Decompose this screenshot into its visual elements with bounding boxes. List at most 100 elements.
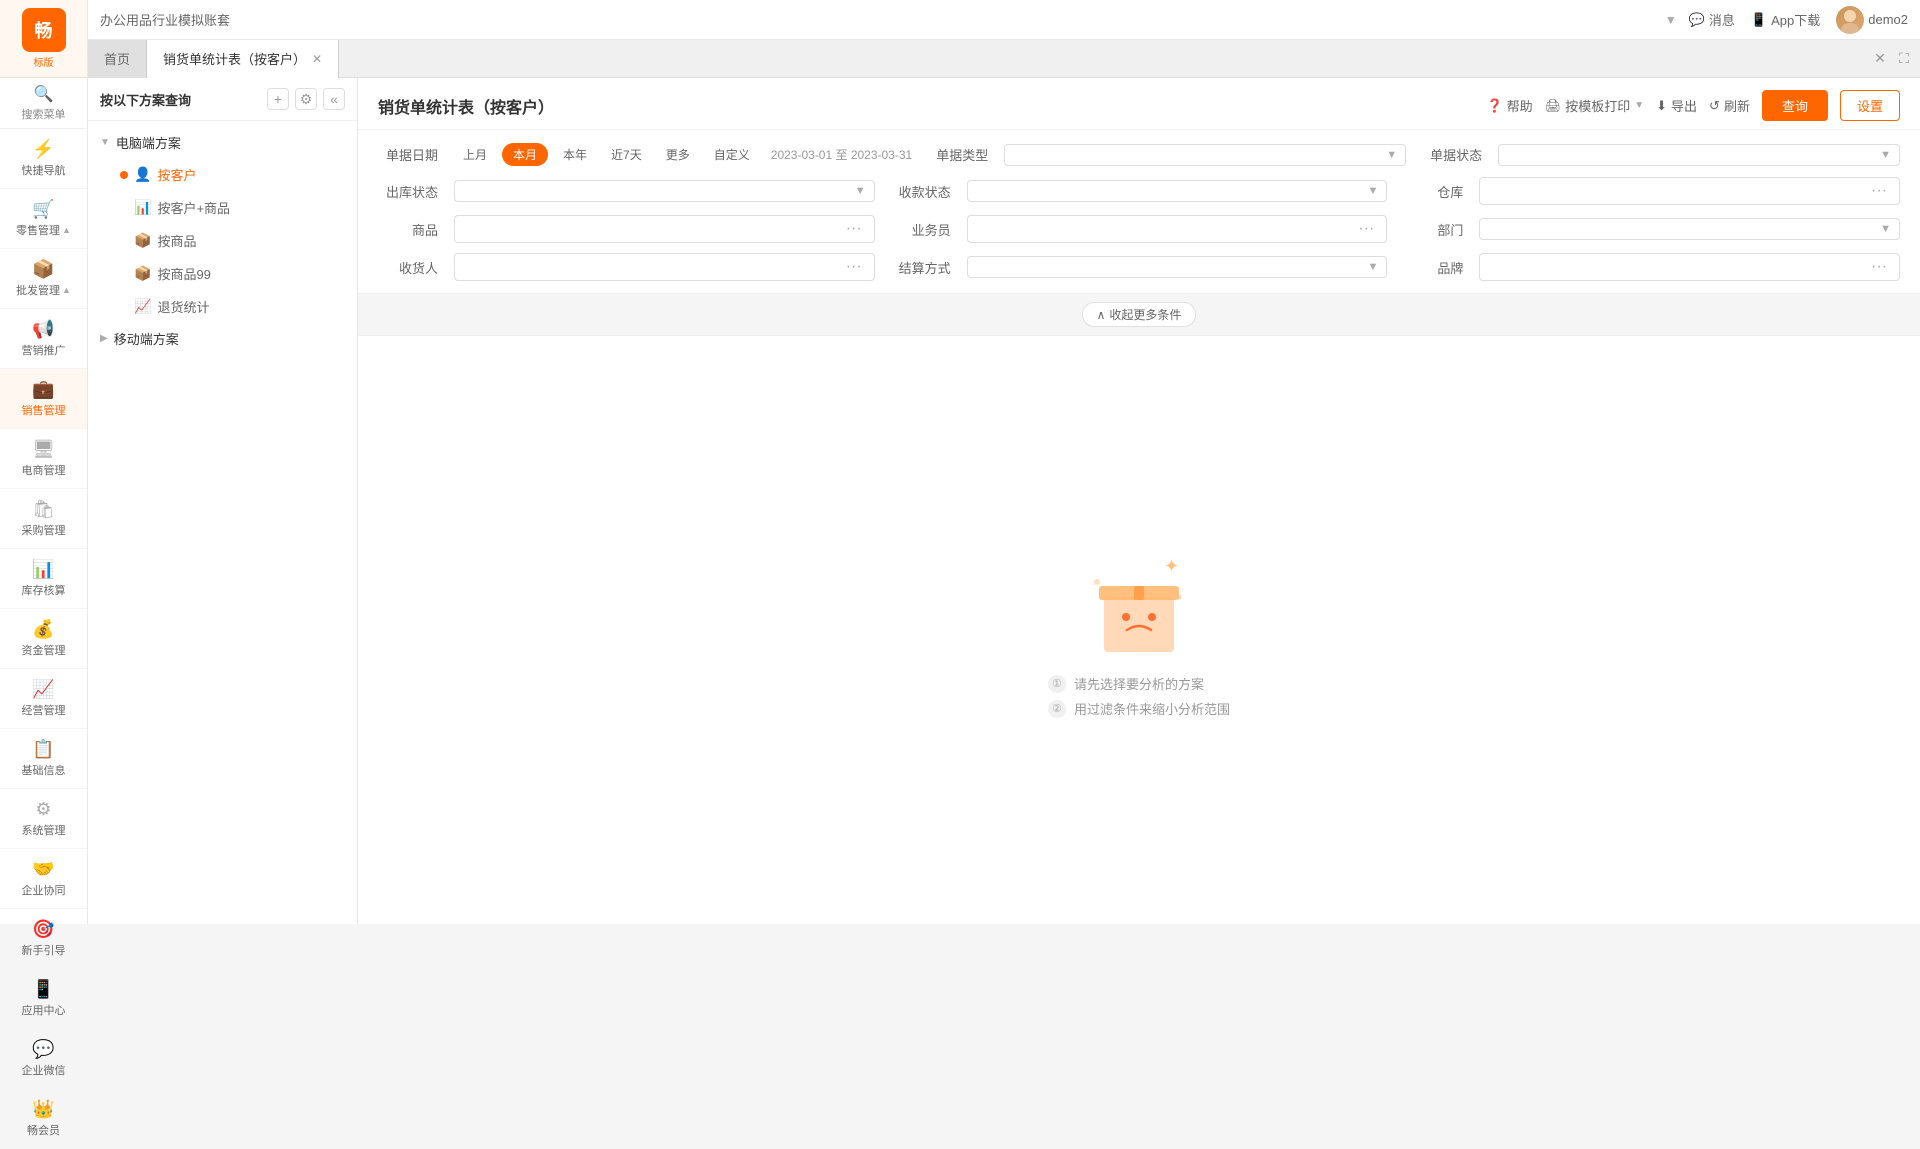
scheme-group-desktop-header[interactable]: ▼ 电脑端方案 [88, 127, 357, 158]
user-name-label: demo2 [1868, 12, 1908, 27]
sidebar-item-enterprise[interactable]: 🤝 企业协同 [0, 849, 87, 909]
sidebar-item-purchase[interactable]: 🛍 采购管理 [0, 489, 87, 549]
collapse-up-icon: ∧ [1097, 308, 1106, 322]
collapse-bar: ∧ 收起更多条件 [358, 294, 1920, 336]
department-arrow-icon: ▼ [1880, 223, 1891, 235]
scheme-item-by-goods-99[interactable]: 📦 按商品99 [88, 257, 357, 290]
sidebar-member-label: 畅会员 [27, 1122, 60, 1138]
industry-dropdown-icon[interactable]: ▼ [1665, 13, 1677, 27]
date-last-month[interactable]: 上月 [454, 142, 496, 167]
sidebar-wechat-label: 企业微信 [22, 1062, 66, 1078]
brand-dots[interactable]: ··· [1867, 258, 1891, 276]
sidebar-item-wechat[interactable]: 💬 企业微信 [0, 1029, 87, 1089]
template-print-button[interactable]: 🖨 按模板打印 ▼ [1545, 96, 1644, 115]
sidebar-item-retail[interactable]: 🛒 零售管理 ▲ [0, 189, 87, 249]
date-label: 单据日期 [378, 145, 438, 164]
warehouse-select[interactable]: ··· [1479, 177, 1900, 205]
wechat-icon: 💬 [32, 1039, 54, 1060]
sidebar-item-sales[interactable]: 💼 销售管理 [0, 369, 87, 429]
tab-sales-stat-label: 销货单统计表（按客户） [163, 49, 306, 68]
enterprise-icon: 🤝 [32, 859, 54, 880]
window-maximize-button[interactable]: ⛶ [1896, 51, 1912, 67]
refresh-label: 刷新 [1724, 96, 1750, 115]
doc-status-select[interactable]: ▼ [1498, 144, 1900, 166]
scheme-item-by-customer[interactable]: 👤 按客户 [88, 158, 357, 191]
by-customer-goods-label: 按客户+商品 [157, 198, 230, 217]
sidebar-item-wholesale[interactable]: 📦 批发管理 ▲ [0, 249, 87, 309]
sidebar-search[interactable]: 🔍 搜索菜单 [0, 78, 87, 129]
tab-close-button[interactable]: ✕ [312, 52, 322, 66]
left-panel: 按以下方案查询 + ⚙ « ▼ 电脑端方案 👤 按客户 [88, 78, 358, 924]
date-last-7[interactable]: 近7天 [602, 142, 651, 167]
filter-row-2: 出库状态 ▼ 收款状态 ▼ 仓库 ··· [378, 177, 1900, 205]
scheme-item-by-customer-goods[interactable]: 📊 按客户+商品 [88, 191, 357, 224]
scheme-item-by-goods[interactable]: 📦 按商品 [88, 224, 357, 257]
settings-scheme-button[interactable]: ⚙ [295, 88, 317, 110]
doc-type-select[interactable]: ▼ [1004, 144, 1406, 166]
operation-icon: 📈 [32, 679, 54, 700]
page-title: 销货单统计表（按客户） [378, 94, 554, 118]
sidebar-shortcut-label: 快捷导航 [22, 162, 66, 178]
sidebar-item-basic[interactable]: 📋 基础信息 [0, 729, 87, 789]
out-status-select[interactable]: ▼ [454, 180, 875, 202]
active-scheme-dot [120, 171, 128, 179]
basic-icon: 📋 [32, 739, 54, 760]
wholesale-icon: 📦 [32, 259, 54, 280]
scheme-group-mobile-header[interactable]: ▶ 移动端方案 [88, 323, 357, 354]
date-this-month[interactable]: 本月 [502, 143, 548, 166]
tab-home[interactable]: 首页 [88, 40, 147, 78]
sidebar-marketing-label: 营销推广 [22, 342, 66, 358]
export-label: 导出 [1671, 96, 1697, 115]
consignee-select[interactable]: ··· [454, 253, 875, 281]
export-button[interactable]: ⬇ 导出 [1656, 96, 1697, 115]
empty-illustration: ✦ [1079, 542, 1199, 662]
user-profile[interactable]: demo2 [1836, 6, 1908, 34]
collapse-conditions-button[interactable]: ∧ 收起更多条件 [1082, 302, 1197, 327]
scheme-item-return-stat[interactable]: 📈 退货统计 [88, 290, 357, 323]
query-button[interactable]: 查询 [1762, 90, 1828, 121]
sidebar-item-ecommerce[interactable]: 🖥 电商管理 [0, 429, 87, 489]
payment-status-select[interactable]: ▼ [967, 180, 1388, 202]
tab-sales-stat[interactable]: 销货单统计表（按客户） ✕ [147, 40, 339, 78]
settlement-select[interactable]: ▼ [967, 256, 1388, 278]
warehouse-dots[interactable]: ··· [1867, 182, 1891, 200]
salesperson-dots[interactable]: ··· [1354, 220, 1378, 238]
shortcut-icon: ⚡ [32, 139, 54, 160]
sidebar-item-finance[interactable]: 💰 资金管理 [0, 609, 87, 669]
message-icon: 💬 [1689, 12, 1705, 28]
date-more[interactable]: 更多 [657, 142, 699, 167]
sidebar: 畅 标版 🔍 搜索菜单 ⚡ 快捷导航 🛒 零售管理 ▲ 📦 批发管理 ▲ 📢 营… [0, 0, 88, 924]
sidebar-item-marketing[interactable]: 📢 营销推广 [0, 309, 87, 369]
sidebar-item-newbie[interactable]: 🎯 新手引导 [0, 909, 87, 969]
window-close-button[interactable]: ✕ [1872, 51, 1888, 67]
salesperson-select[interactable]: ··· [967, 215, 1388, 243]
date-this-year[interactable]: 本年 [554, 142, 596, 167]
sidebar-wholesale-label: 批发管理 ▲ [16, 282, 71, 298]
help-button[interactable]: ❓ 帮助 [1486, 96, 1532, 115]
date-custom[interactable]: 自定义 [705, 142, 759, 167]
window-controls: ✕ ⛶ [1872, 51, 1920, 67]
sidebar-shortcut[interactable]: ⚡ 快捷导航 [0, 129, 87, 189]
filter-row-4: 收货人 ··· 结算方式 ▼ 品牌 ··· [378, 253, 1900, 281]
goods-dots[interactable]: ··· [842, 220, 866, 238]
sidebar-item-operation[interactable]: 📈 经营管理 [0, 669, 87, 729]
app-download-icon: 📱 [1751, 12, 1767, 28]
print-icon: 🖨 [1545, 98, 1562, 114]
refresh-button[interactable]: ↺ 刷新 [1709, 96, 1750, 115]
settings-button[interactable]: 设置 [1840, 90, 1900, 121]
sidebar-item-system[interactable]: ⚙ 系统管理 [0, 789, 87, 849]
sidebar-item-appcenter[interactable]: 📱 应用中心 [0, 969, 87, 1029]
consignee-dots[interactable]: ··· [842, 258, 866, 276]
message-button[interactable]: 💬 消息 [1689, 10, 1735, 29]
brand-select[interactable]: ··· [1479, 253, 1900, 281]
app-download-button[interactable]: 📱 App下载 [1751, 10, 1820, 29]
sidebar-item-member[interactable]: 👑 畅会员 [0, 1089, 87, 1149]
sidebar-search-label: 搜索菜单 [22, 106, 66, 122]
department-select[interactable]: ▼ [1479, 218, 1900, 240]
goods-select[interactable]: ··· [454, 215, 875, 243]
sidebar-item-inventory[interactable]: 📊 库存核算 [0, 549, 87, 609]
collapse-panel-button[interactable]: « [323, 88, 345, 110]
system-icon: ⚙ [35, 799, 51, 820]
avatar [1836, 6, 1864, 34]
add-scheme-button[interactable]: + [267, 88, 289, 110]
